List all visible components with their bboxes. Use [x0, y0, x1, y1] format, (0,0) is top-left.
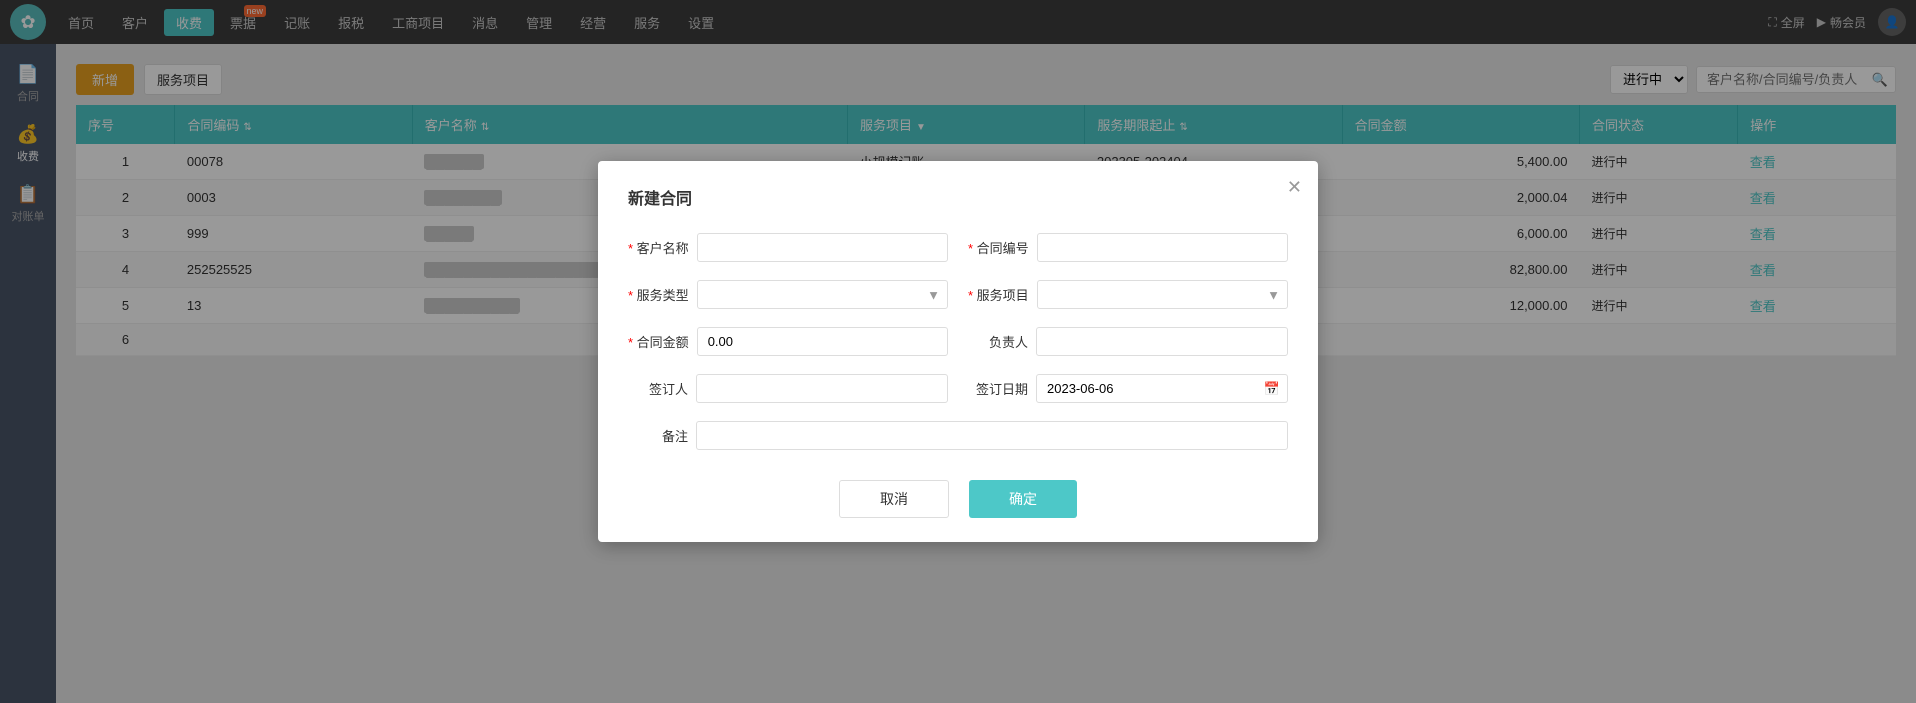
input-contract-no[interactable]: [1037, 233, 1288, 262]
input-responsible[interactable]: [1036, 327, 1288, 356]
form-group-responsible: 负责人: [968, 327, 1288, 356]
form-group-contract-no: 合同编号: [968, 233, 1288, 262]
form-group-service-type: 服务类型 ▼: [628, 280, 948, 309]
form-group-signatory: 签订人: [628, 374, 948, 403]
input-sign-date[interactable]: [1036, 374, 1288, 403]
modal-footer: 取消 确定: [628, 480, 1288, 518]
service-type-select-wrapper: ▼: [697, 280, 948, 309]
modal-close-button[interactable]: ✕: [1287, 177, 1302, 198]
form-group-remark: 备注: [628, 421, 1288, 450]
form-group-sign-date: 签订日期 📅: [968, 374, 1288, 403]
label-service-item: 服务项目: [968, 285, 1029, 304]
calendar-icon[interactable]: 📅: [1264, 381, 1280, 397]
modal-title: 新建合同: [628, 185, 1288, 209]
label-responsible: 负责人: [968, 332, 1028, 351]
new-contract-modal: ✕ 新建合同 客户名称 合同编号 服务类型 ▼: [598, 161, 1318, 542]
label-sign-date: 签订日期: [968, 379, 1028, 398]
input-amount[interactable]: [697, 327, 948, 356]
label-service-type: 服务类型: [628, 285, 689, 304]
form-row-4: 签订人 签订日期 📅: [628, 374, 1288, 403]
form-group-client-name: 客户名称: [628, 233, 948, 262]
sign-date-wrapper: 📅: [1036, 374, 1288, 403]
label-signatory: 签订人: [628, 379, 688, 398]
select-service-item[interactable]: [1037, 280, 1288, 309]
form-row-3: 合同金额 负责人: [628, 327, 1288, 356]
label-contract-no: 合同编号: [968, 238, 1029, 257]
label-remark: 备注: [628, 426, 688, 445]
form-row-2: 服务类型 ▼ 服务项目 ▼: [628, 280, 1288, 309]
cancel-button[interactable]: 取消: [839, 480, 949, 518]
form-group-service-item: 服务项目 ▼: [968, 280, 1288, 309]
modal-overlay: ✕ 新建合同 客户名称 合同编号 服务类型 ▼: [0, 0, 1916, 703]
confirm-button[interactable]: 确定: [969, 480, 1077, 518]
input-signatory[interactable]: [696, 374, 948, 403]
form-row-5: 备注: [628, 421, 1288, 450]
select-service-type[interactable]: [697, 280, 948, 309]
service-item-select-wrapper: ▼: [1037, 280, 1288, 309]
input-client-name[interactable]: [697, 233, 948, 262]
form-row-1: 客户名称 合同编号: [628, 233, 1288, 262]
form-group-amount: 合同金额: [628, 327, 948, 356]
input-remark[interactable]: [696, 421, 1288, 450]
label-amount: 合同金额: [628, 332, 689, 351]
label-client-name: 客户名称: [628, 238, 689, 257]
